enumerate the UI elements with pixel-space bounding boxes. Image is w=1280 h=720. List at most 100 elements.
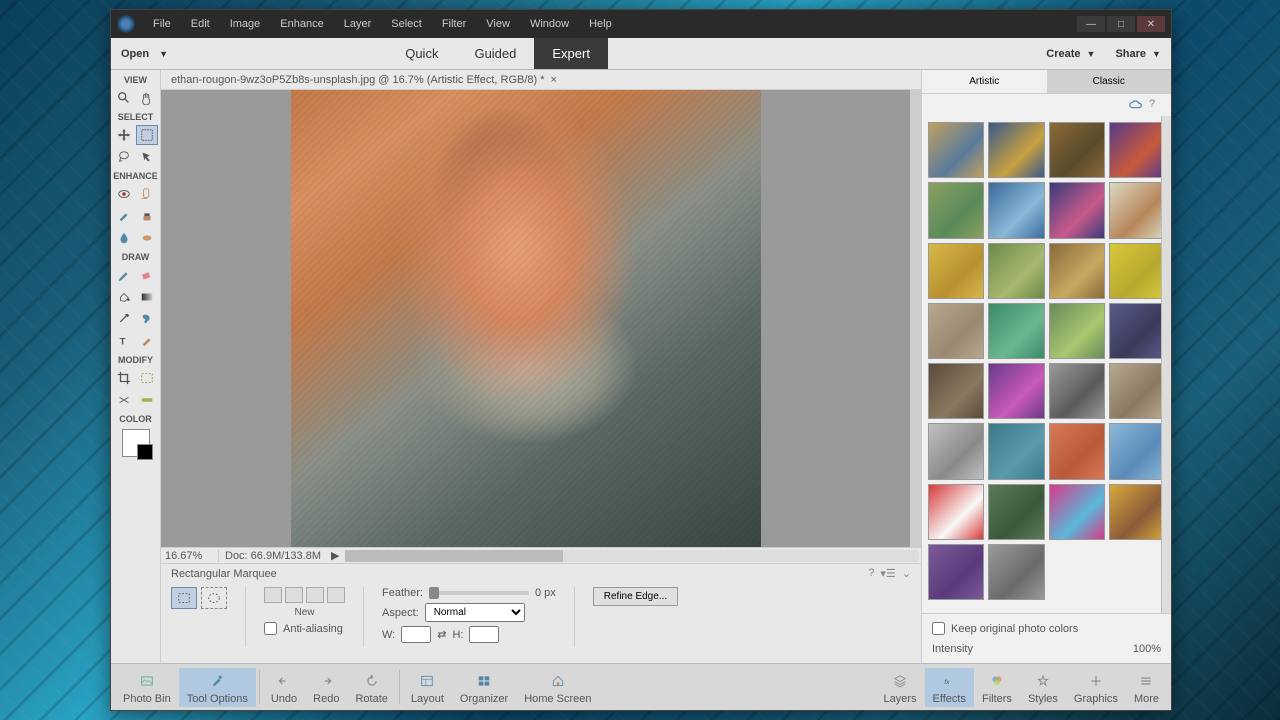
more-button[interactable]: More (1126, 668, 1167, 707)
recompose-tool[interactable] (136, 368, 158, 388)
effect-thumb[interactable] (928, 182, 984, 238)
ellipse-marquee-option[interactable] (201, 587, 227, 609)
quick-select-tool[interactable] (136, 147, 158, 167)
share-button[interactable]: Share▼ (1115, 48, 1161, 60)
effect-thumb[interactable] (1109, 484, 1165, 540)
zoom-level[interactable]: 16.67% (161, 550, 219, 562)
straighten-tool[interactable] (136, 390, 158, 410)
menu-filter[interactable]: Filter (432, 14, 476, 34)
gradient-tool[interactable] (136, 287, 158, 307)
effect-thumb[interactable] (1109, 182, 1165, 238)
effect-thumb[interactable] (988, 303, 1044, 359)
layout-button[interactable]: Layout (403, 668, 452, 707)
effect-thumb[interactable] (988, 544, 1044, 600)
effect-thumb[interactable] (988, 182, 1044, 238)
eraser-tool[interactable] (136, 265, 158, 285)
zoom-tool[interactable] (113, 88, 135, 108)
anti-alias-checkbox[interactable] (264, 622, 277, 635)
sponge-tool[interactable] (136, 228, 158, 248)
height-input[interactable] (469, 626, 499, 643)
horizontal-scrollbar[interactable] (345, 550, 919, 562)
close-tab-icon[interactable]: × (551, 74, 557, 86)
graphics-button[interactable]: Graphics (1066, 668, 1126, 707)
aspect-select[interactable]: Normal (425, 603, 525, 622)
tool-options-button[interactable]: Tool Options (179, 668, 256, 707)
type-tool[interactable]: T (113, 331, 135, 351)
effect-thumb[interactable] (1049, 423, 1105, 479)
effect-thumb[interactable] (928, 423, 984, 479)
lasso-tool[interactable] (113, 147, 135, 167)
keep-colors-checkbox[interactable] (932, 622, 945, 635)
organizer-button[interactable]: Organizer (452, 668, 516, 707)
width-input[interactable] (401, 626, 431, 643)
mode-expert[interactable]: Expert (534, 38, 608, 69)
effect-thumb[interactable] (1049, 182, 1105, 238)
canvas-viewport[interactable] (161, 90, 921, 547)
cloud-icon[interactable] (1129, 98, 1143, 112)
sel-add-icon[interactable] (285, 587, 303, 603)
document-tab[interactable]: ethan-rougon-9wz3oP5Zb8s-unsplash.jpg @ … (161, 70, 921, 90)
menu-file[interactable]: File (143, 14, 181, 34)
shape-tool[interactable] (136, 309, 158, 329)
info-chevron-icon[interactable]: ▶ (327, 549, 343, 562)
sel-sub-icon[interactable] (306, 587, 324, 603)
menu-edit[interactable]: Edit (181, 14, 220, 34)
styles-button[interactable]: Styles (1020, 668, 1066, 707)
tab-artistic[interactable]: Artistic (922, 70, 1047, 93)
effect-thumb[interactable] (988, 484, 1044, 540)
collapse-icon[interactable]: ⌄ (902, 567, 911, 580)
effect-thumb[interactable] (928, 243, 984, 299)
layers-button[interactable]: Layers (876, 668, 925, 707)
effect-thumb[interactable] (988, 363, 1044, 419)
menu-window[interactable]: Window (520, 14, 579, 34)
keep-colors-option[interactable]: Keep original photo colors (932, 622, 1161, 635)
spot-heal-tool[interactable] (136, 184, 158, 204)
effect-thumb[interactable] (928, 544, 984, 600)
effect-thumb[interactable] (1049, 243, 1105, 299)
menu-view[interactable]: View (476, 14, 520, 34)
effect-thumb[interactable] (1049, 122, 1105, 178)
effect-thumb[interactable] (928, 303, 984, 359)
redo-button[interactable]: Redo (305, 668, 347, 707)
open-button[interactable]: Open▼ (121, 48, 168, 60)
effect-thumb[interactable] (1109, 423, 1165, 479)
content-aware-tool[interactable] (113, 390, 135, 410)
effect-thumb[interactable] (1049, 303, 1105, 359)
move-tool[interactable] (113, 125, 135, 145)
swap-dims-icon[interactable]: ⇄ (437, 628, 446, 641)
eyedropper-tool[interactable] (113, 309, 135, 329)
menu-image[interactable]: Image (220, 14, 271, 34)
menu-layer[interactable]: Layer (334, 14, 382, 34)
filters-button[interactable]: Filters (974, 668, 1020, 707)
sel-intersect-icon[interactable] (327, 587, 345, 603)
panel-scrollbar[interactable] (1161, 116, 1171, 613)
hand-tool[interactable] (136, 88, 158, 108)
blur-tool[interactable] (113, 228, 135, 248)
undo-button[interactable]: Undo (263, 668, 305, 707)
rect-marquee-option[interactable] (171, 587, 197, 609)
effect-thumb[interactable] (1109, 363, 1165, 419)
effect-thumb[interactable] (988, 243, 1044, 299)
menu-enhance[interactable]: Enhance (270, 14, 333, 34)
mode-quick[interactable]: Quick (387, 38, 456, 69)
maximize-button[interactable]: □ (1107, 16, 1135, 32)
effect-thumb[interactable] (1109, 122, 1165, 178)
menu-help[interactable]: Help (579, 14, 622, 34)
effect-thumb[interactable] (928, 122, 984, 178)
help-icon[interactable]: ? (868, 567, 874, 580)
home-button[interactable]: Home Screen (516, 668, 599, 707)
crop-tool[interactable] (113, 368, 135, 388)
effect-thumb[interactable] (1109, 243, 1165, 299)
help-icon[interactable]: ? (1149, 98, 1163, 112)
effect-thumb[interactable] (1049, 484, 1105, 540)
menu-select[interactable]: Select (381, 14, 432, 34)
minimize-button[interactable]: — (1077, 16, 1105, 32)
create-button[interactable]: Create▼ (1046, 48, 1095, 60)
tab-classic[interactable]: Classic (1047, 70, 1172, 93)
marquee-tool[interactable] (136, 125, 158, 145)
effect-thumb[interactable] (928, 363, 984, 419)
color-swatch[interactable] (122, 429, 150, 457)
brush-tool[interactable] (113, 265, 135, 285)
smart-brush-tool[interactable] (113, 206, 135, 226)
menu-icon[interactable]: ▾☰ (880, 567, 895, 580)
